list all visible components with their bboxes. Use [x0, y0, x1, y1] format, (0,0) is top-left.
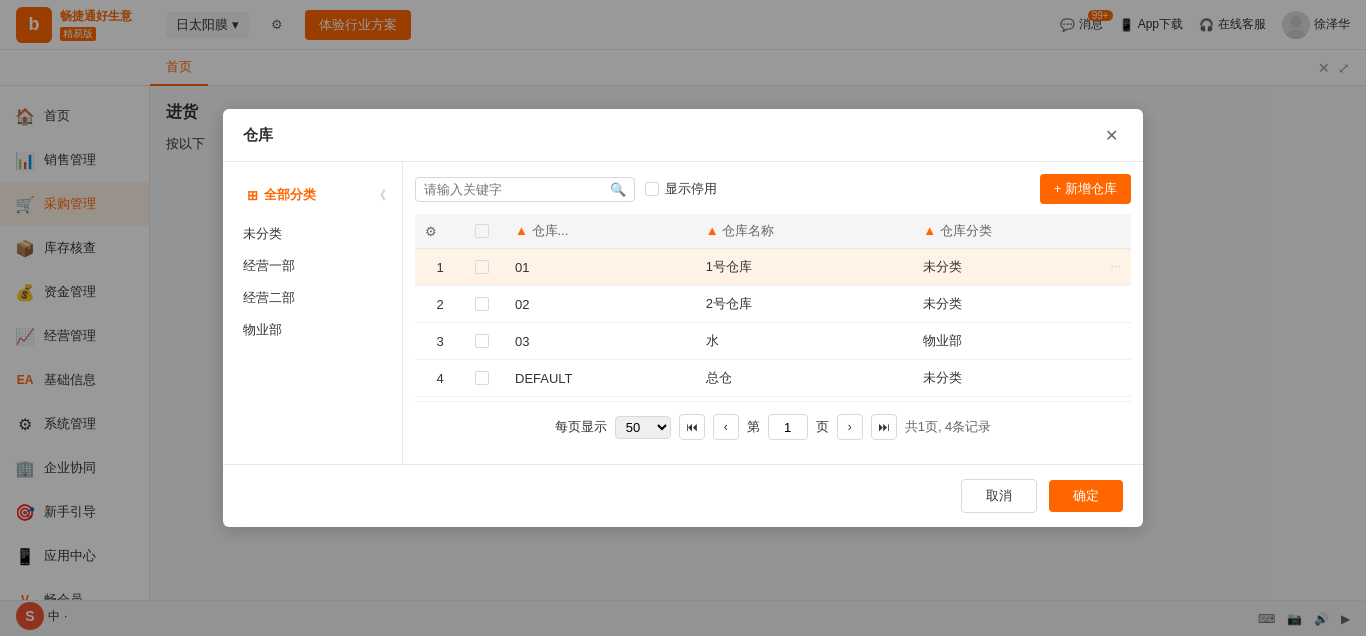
row-check-3[interactable] [475, 334, 489, 348]
grid-icon: ⊞ [247, 188, 258, 203]
table-toolbar: 🔍 显示停用 + 新增仓库 [415, 174, 1131, 204]
show-disabled-toggle[interactable]: 显示停用 [645, 180, 717, 198]
show-disabled-checkbox[interactable] [645, 182, 659, 196]
row-checkbox[interactable] [465, 323, 505, 360]
category-item-uncategorized[interactable]: 未分类 [223, 218, 402, 250]
th-warehouse-category: ▲ 仓库分类 [913, 214, 1131, 249]
row-name: 2号仓库 [696, 286, 914, 323]
th-warehouse-name: ▲ 仓库名称 [696, 214, 914, 249]
prev-page-btn[interactable]: ‹ [713, 414, 739, 440]
row-checkbox[interactable] [465, 286, 505, 323]
search-input[interactable] [424, 182, 604, 197]
table-header-row: ⚙ ▲ 仓库... ▲ [415, 214, 1131, 249]
row-check-4[interactable] [475, 371, 489, 385]
category-item-op1[interactable]: 经营一部 [223, 250, 402, 282]
sort-icon: ▲ [515, 223, 528, 238]
last-page-btn[interactable]: ⏭ [871, 414, 897, 440]
category-item-op2[interactable]: 经营二部 [223, 282, 402, 314]
modal-footer: 取消 确定 [223, 464, 1143, 527]
table-row[interactable]: 2 02 2号仓库 未分类 [415, 286, 1131, 323]
table-row[interactable]: 3 03 水 物业部 [415, 323, 1131, 360]
sort-icon-cat: ▲ [923, 223, 936, 238]
sort-icon-name: ▲ [706, 223, 719, 238]
category-panel: ⊞ 全部分类 《 未分类 经营一部 经营二部 物业部 [223, 162, 403, 464]
search-icon[interactable]: 🔍 [610, 182, 626, 197]
pagination-bar: 每页显示 50 100 200 ⏮ ‹ 第 页 › ⏭ 共1页, 4条记录 [415, 401, 1131, 452]
row-category: 未分类 ··· [913, 249, 1131, 286]
row-code: 02 [505, 286, 696, 323]
next-page-btn[interactable]: › [837, 414, 863, 440]
row-index: 4 [415, 360, 465, 397]
row-index: 1 [415, 249, 465, 286]
row-actions-1[interactable]: ··· [1110, 258, 1121, 273]
th-settings: ⚙ [415, 214, 465, 249]
row-checkbox[interactable] [465, 249, 505, 286]
cancel-button[interactable]: 取消 [961, 479, 1037, 513]
row-name: 1号仓库 [696, 249, 914, 286]
row-check-2[interactable] [475, 297, 489, 311]
table-row[interactable]: 1 01 1号仓库 未分类 ··· [415, 249, 1131, 286]
th-warehouse-code: ▲ 仓库... [505, 214, 696, 249]
first-page-btn[interactable]: ⏮ [679, 414, 705, 440]
category-all-btn[interactable]: ⊞ 全部分类 [235, 180, 328, 210]
modal-body: ⊞ 全部分类 《 未分类 经营一部 经营二部 物业部 [223, 162, 1143, 464]
page-size-select[interactable]: 50 100 200 [615, 416, 671, 439]
warehouse-modal: 仓库 ✕ ⊞ 全部分类 《 未分类 经营一部 [223, 109, 1143, 527]
row-name: 水 [696, 323, 914, 360]
table-container: ⚙ ▲ 仓库... ▲ [415, 214, 1131, 397]
row-code: 01 [505, 249, 696, 286]
modal-overlay: 仓库 ✕ ⊞ 全部分类 《 未分类 经营一部 [0, 0, 1366, 636]
row-index: 3 [415, 323, 465, 360]
warehouse-table: ⚙ ▲ 仓库... ▲ [415, 214, 1131, 397]
confirm-button[interactable]: 确定 [1049, 480, 1123, 512]
page-number-input[interactable] [768, 414, 808, 440]
row-category: 未分类 [913, 286, 1131, 323]
modal-title: 仓库 [243, 126, 273, 145]
settings-col-icon: ⚙ [425, 224, 437, 239]
category-header: ⊞ 全部分类 《 [223, 172, 402, 218]
select-all-checkbox[interactable] [475, 224, 489, 238]
collapse-button[interactable]: 《 [370, 185, 390, 205]
row-checkbox[interactable] [465, 360, 505, 397]
total-info: 共1页, 4条记录 [905, 418, 992, 436]
modal-close-button[interactable]: ✕ [1099, 123, 1123, 147]
th-checkbox [465, 214, 505, 249]
table-panel: 🔍 显示停用 + 新增仓库 ⚙ [403, 162, 1143, 464]
row-name: 总仓 [696, 360, 914, 397]
modal-header: 仓库 ✕ [223, 109, 1143, 162]
row-code: DEFAULT [505, 360, 696, 397]
add-warehouse-button[interactable]: + 新增仓库 [1040, 174, 1131, 204]
table-row[interactable]: 4 DEFAULT 总仓 未分类 [415, 360, 1131, 397]
search-box: 🔍 [415, 177, 635, 202]
row-check-1[interactable] [475, 260, 489, 274]
row-code: 03 [505, 323, 696, 360]
row-category: 物业部 [913, 323, 1131, 360]
category-item-property[interactable]: 物业部 [223, 314, 402, 346]
row-category: 未分类 [913, 360, 1131, 397]
row-index: 2 [415, 286, 465, 323]
